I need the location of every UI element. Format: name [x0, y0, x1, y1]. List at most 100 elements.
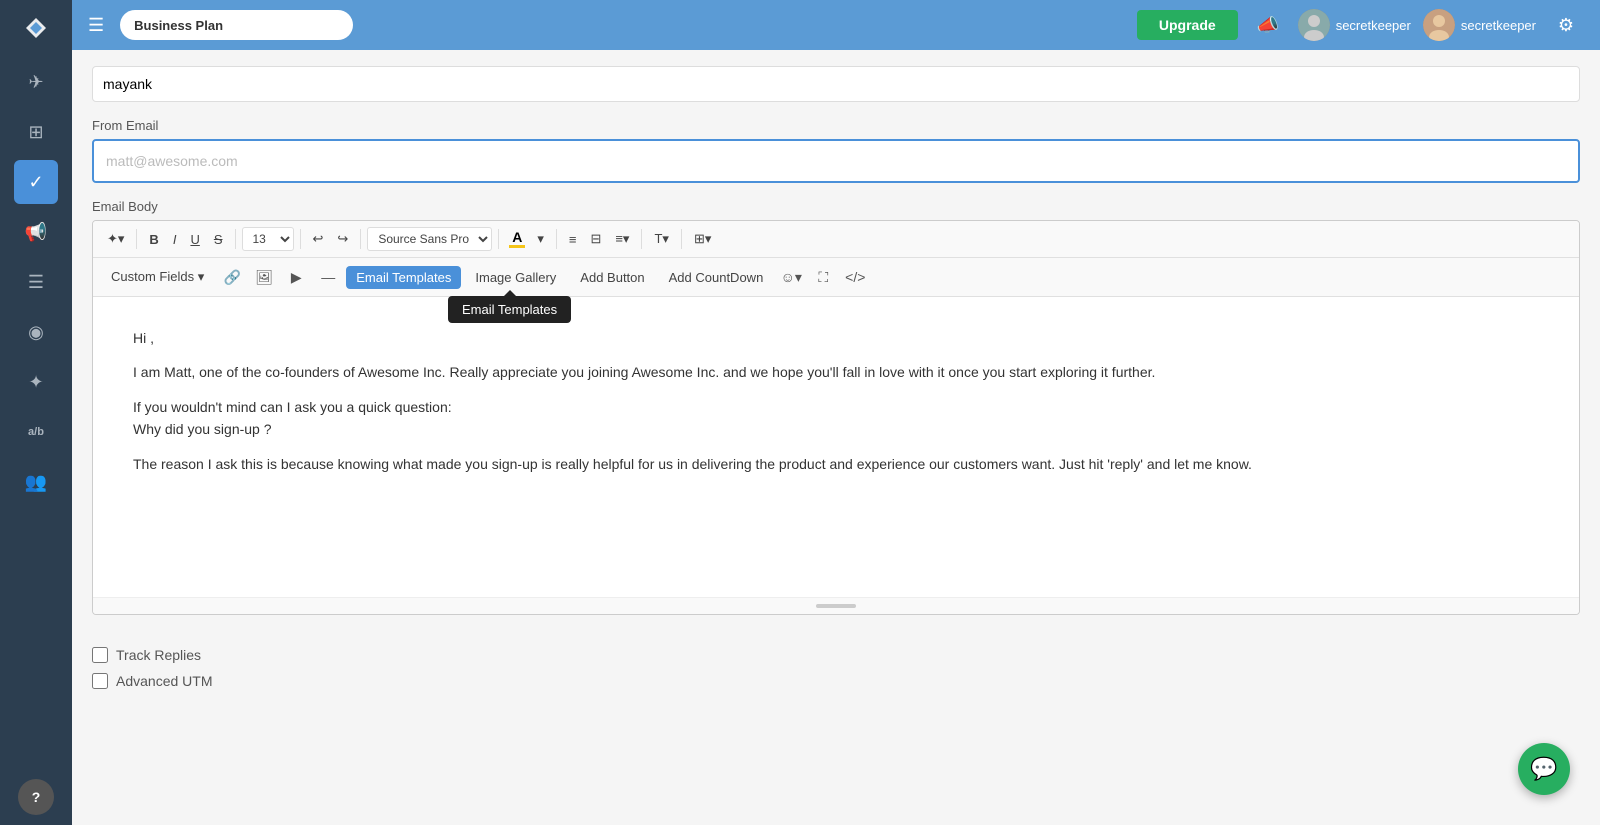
sidebar-item-send[interactable]: ✈	[14, 60, 58, 104]
image-gallery-button[interactable]: Image Gallery	[465, 266, 566, 289]
app-logo[interactable]	[18, 10, 54, 46]
text-style-button[interactable]: T▾	[648, 227, 674, 251]
ul-button[interactable]: ≡	[563, 228, 583, 251]
undo-button[interactable]: ↩	[307, 227, 330, 251]
from-name-input[interactable]	[92, 66, 1580, 102]
page-body: From Email Email Body ✦▾ B I U S	[72, 50, 1600, 825]
italic-button[interactable]: I	[167, 228, 183, 251]
scroll-handle	[816, 604, 856, 608]
megaphone-icon: 📣	[1256, 15, 1278, 36]
chat-icon: 💬	[1530, 756, 1557, 782]
email-templates-button[interactable]: Email Templates	[346, 266, 461, 289]
send-icon: ✈	[28, 72, 43, 93]
advanced-utm-checkbox[interactable]	[92, 673, 108, 689]
custom-fields-button[interactable]: Custom Fields ▾	[101, 265, 214, 289]
sidebar-item-ab[interactable]: a/b	[14, 410, 58, 454]
video-button[interactable]: ▶	[282, 263, 310, 291]
advanced-utm-label[interactable]: Advanced UTM	[116, 673, 212, 689]
divider-5	[498, 229, 499, 249]
track-replies-row: Track Replies	[92, 647, 1580, 663]
toolbar-row1: ✦▾ B I U S 13 14 16 18	[93, 221, 1579, 258]
table-icon: ⊞▾	[694, 231, 711, 247]
notifications-icon[interactable]: 📣	[1250, 7, 1286, 43]
email-templates-label: Email Templates	[356, 270, 451, 285]
font-size-select[interactable]: 13 14 16 18	[242, 227, 294, 251]
automation-icon: ✦	[28, 372, 43, 393]
editor-body[interactable]: Hi , I am Matt, one of the co-founders o…	[93, 297, 1579, 597]
broadcast-icon: 📢	[25, 222, 47, 243]
email-templates-tooltip: Email Templates	[448, 296, 571, 323]
color-button[interactable]: A	[505, 228, 529, 250]
link-button[interactable]: 🔗	[218, 263, 246, 291]
send-via-button[interactable]: Send Via SendX	[229, 14, 339, 36]
align-button[interactable]: ≡▾	[609, 227, 635, 251]
table-button[interactable]: ⊞▾	[688, 227, 717, 251]
list-icon: ☰	[28, 272, 44, 293]
video-icon: ▶	[291, 269, 302, 286]
paragraph3-text: The reason I ask this is because knowing…	[133, 453, 1539, 475]
sidebar-item-grid[interactable]: ⊞	[14, 110, 58, 154]
add-countdown-button[interactable]: Add CountDown	[659, 266, 774, 289]
user-section-2[interactable]: secretkeeper	[1423, 9, 1536, 41]
emoji-button[interactable]: ☺▾	[777, 263, 805, 291]
from-email-group: From Email	[92, 118, 1580, 183]
user-section-1[interactable]: secretkeeper	[1298, 9, 1411, 41]
hr-icon: —	[321, 269, 335, 285]
ol-button[interactable]: ⊟	[584, 227, 607, 251]
track-replies-label[interactable]: Track Replies	[116, 647, 201, 663]
image-button[interactable]: 🖼	[250, 263, 278, 291]
from-email-input[interactable]	[92, 139, 1580, 183]
contacts-icon: 👥	[25, 472, 47, 493]
color-dropdown-button[interactable]: ▾	[531, 227, 550, 251]
align-icon: ≡▾	[615, 231, 629, 247]
menu-icon[interactable]: ☰	[88, 15, 104, 36]
underline-button[interactable]: U	[184, 228, 205, 251]
sidebar-item-check[interactable]: ✓	[14, 160, 58, 204]
image-gallery-label: Image Gallery	[475, 270, 556, 285]
text-style-icon: T▾	[654, 231, 668, 247]
custom-fields-arrow: ▾	[198, 269, 205, 284]
settings-icon[interactable]: ⚙	[1548, 7, 1584, 43]
sidebar-item-drops[interactable]: ◉	[14, 310, 58, 354]
code-button[interactable]: </>	[841, 263, 869, 291]
ol-icon: ⊟	[590, 231, 601, 247]
strikethrough-button[interactable]: S	[208, 228, 229, 251]
add-button-button[interactable]: Add Button	[570, 266, 654, 289]
sidebar-item-list[interactable]: ☰	[14, 260, 58, 304]
divider-6	[556, 229, 557, 249]
image-icon: 🖼	[255, 269, 273, 286]
ab-icon: a/b	[28, 426, 44, 438]
grid-icon: ⊞	[28, 122, 43, 143]
from-name-group	[92, 66, 1580, 102]
add-button-label: Add Button	[580, 270, 644, 285]
track-replies-checkbox[interactable]	[92, 647, 108, 663]
fullscreen-button[interactable]: ⛶	[809, 263, 837, 291]
color-letter: A	[512, 230, 522, 244]
divider-1	[136, 229, 137, 249]
fullscreen-icon: ⛶	[818, 269, 828, 286]
sidebar-item-contacts[interactable]: 👥	[14, 460, 58, 504]
sidebar-item-help[interactable]: ?	[18, 779, 54, 815]
topbar: ☰ Business Plan Send Via SendX Upgrade 📣…	[72, 0, 1600, 50]
tooltip-text: Email Templates	[462, 302, 557, 317]
drops-icon: ◉	[28, 322, 44, 343]
hr-button[interactable]: —	[314, 263, 342, 291]
sidebar-item-automation[interactable]: ✦	[14, 360, 58, 404]
chat-bubble[interactable]: 💬	[1518, 743, 1570, 795]
magic-button[interactable]: ✦▾	[101, 227, 130, 251]
upgrade-button[interactable]: Upgrade	[1137, 10, 1238, 40]
from-email-label: From Email	[92, 118, 1580, 133]
help-icon: ?	[32, 789, 41, 805]
divider-3	[300, 229, 301, 249]
font-select[interactable]: Source Sans Pro Arial Georgia	[367, 227, 492, 251]
code-icon: </>	[845, 269, 865, 285]
plan-badge: Business Plan Send Via SendX	[120, 10, 353, 40]
emoji-icon: ☺▾	[781, 269, 802, 286]
avatar-1	[1298, 9, 1330, 41]
redo-button[interactable]: ↪	[331, 227, 354, 251]
advanced-utm-row: Advanced UTM	[92, 673, 1580, 689]
sidebar-item-broadcast[interactable]: 📢	[14, 210, 58, 254]
editor-container: ✦▾ B I U S 13 14 16 18	[92, 220, 1580, 615]
bold-button[interactable]: B	[143, 228, 164, 251]
divider-4	[360, 229, 361, 249]
